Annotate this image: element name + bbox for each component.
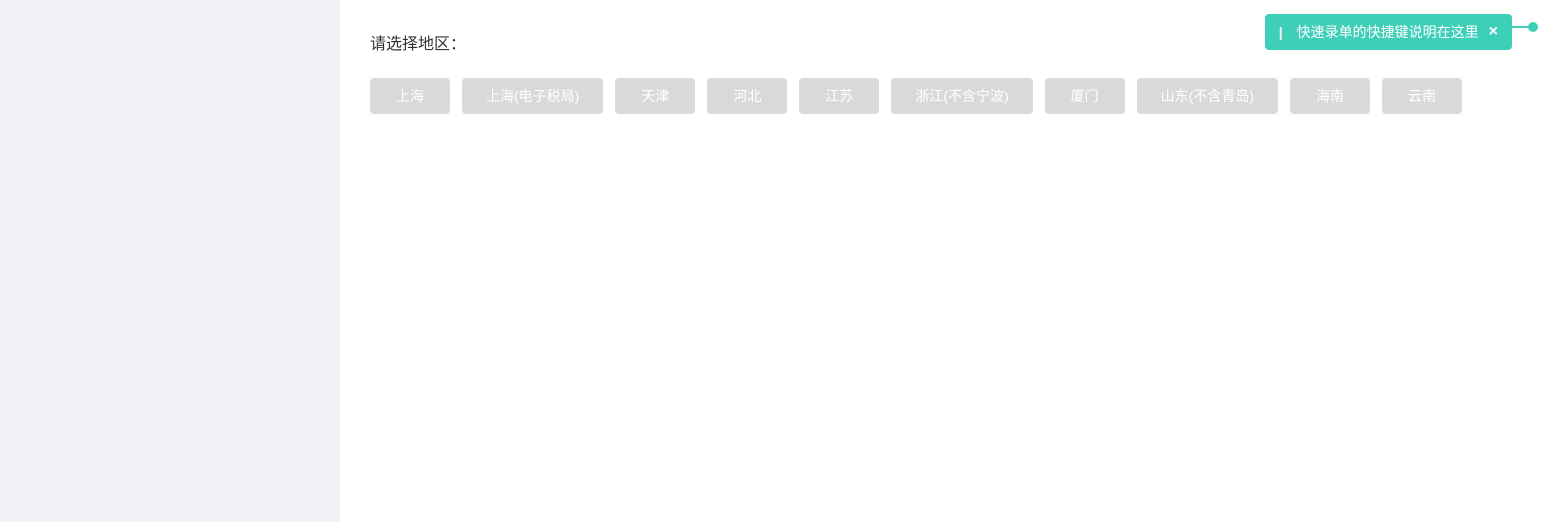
region-button-zhejiang[interactable]: 浙江(不含宁波) — [891, 78, 1032, 114]
main-content: 请选择地区： 上海上海(电子税局)天津河北江苏浙江(不含宁波)厦门山东(不含青岛… — [340, 0, 1562, 522]
region-button-xiamen[interactable]: 厦门 — [1045, 78, 1125, 114]
tooltip-connector-line — [1512, 26, 1528, 28]
region-button-tianjin[interactable]: 天津 — [615, 78, 695, 114]
region-button-shandong[interactable]: 山东(不含青岛) — [1137, 78, 1278, 114]
region-button-hainan[interactable]: 海南 — [1290, 78, 1370, 114]
tooltip-banner: 快速录单的快捷键说明在这里 × — [1265, 14, 1512, 50]
region-button-jiangsu[interactable]: 江苏 — [799, 78, 879, 114]
region-button-shanghai[interactable]: 上海 — [370, 78, 450, 114]
region-buttons-container: 上海上海(电子税局) 天津河北江苏浙江(不含宁波) 厦门山东(不含青岛) 海南云南 — [370, 78, 1532, 114]
region-button-shanghai-etax[interactable]: 上海(电子税局) — [462, 78, 603, 114]
left-sidebar — [0, 0, 340, 522]
region-button-hebei[interactable]: 河北 — [707, 78, 787, 114]
tooltip-close-button[interactable]: × — [1489, 24, 1498, 40]
tooltip-text: 快速录单的快捷键说明在这里 — [1297, 22, 1479, 42]
tooltip-connector-dot — [1528, 22, 1538, 32]
region-button-yunnan[interactable]: 云南 — [1382, 78, 1462, 114]
